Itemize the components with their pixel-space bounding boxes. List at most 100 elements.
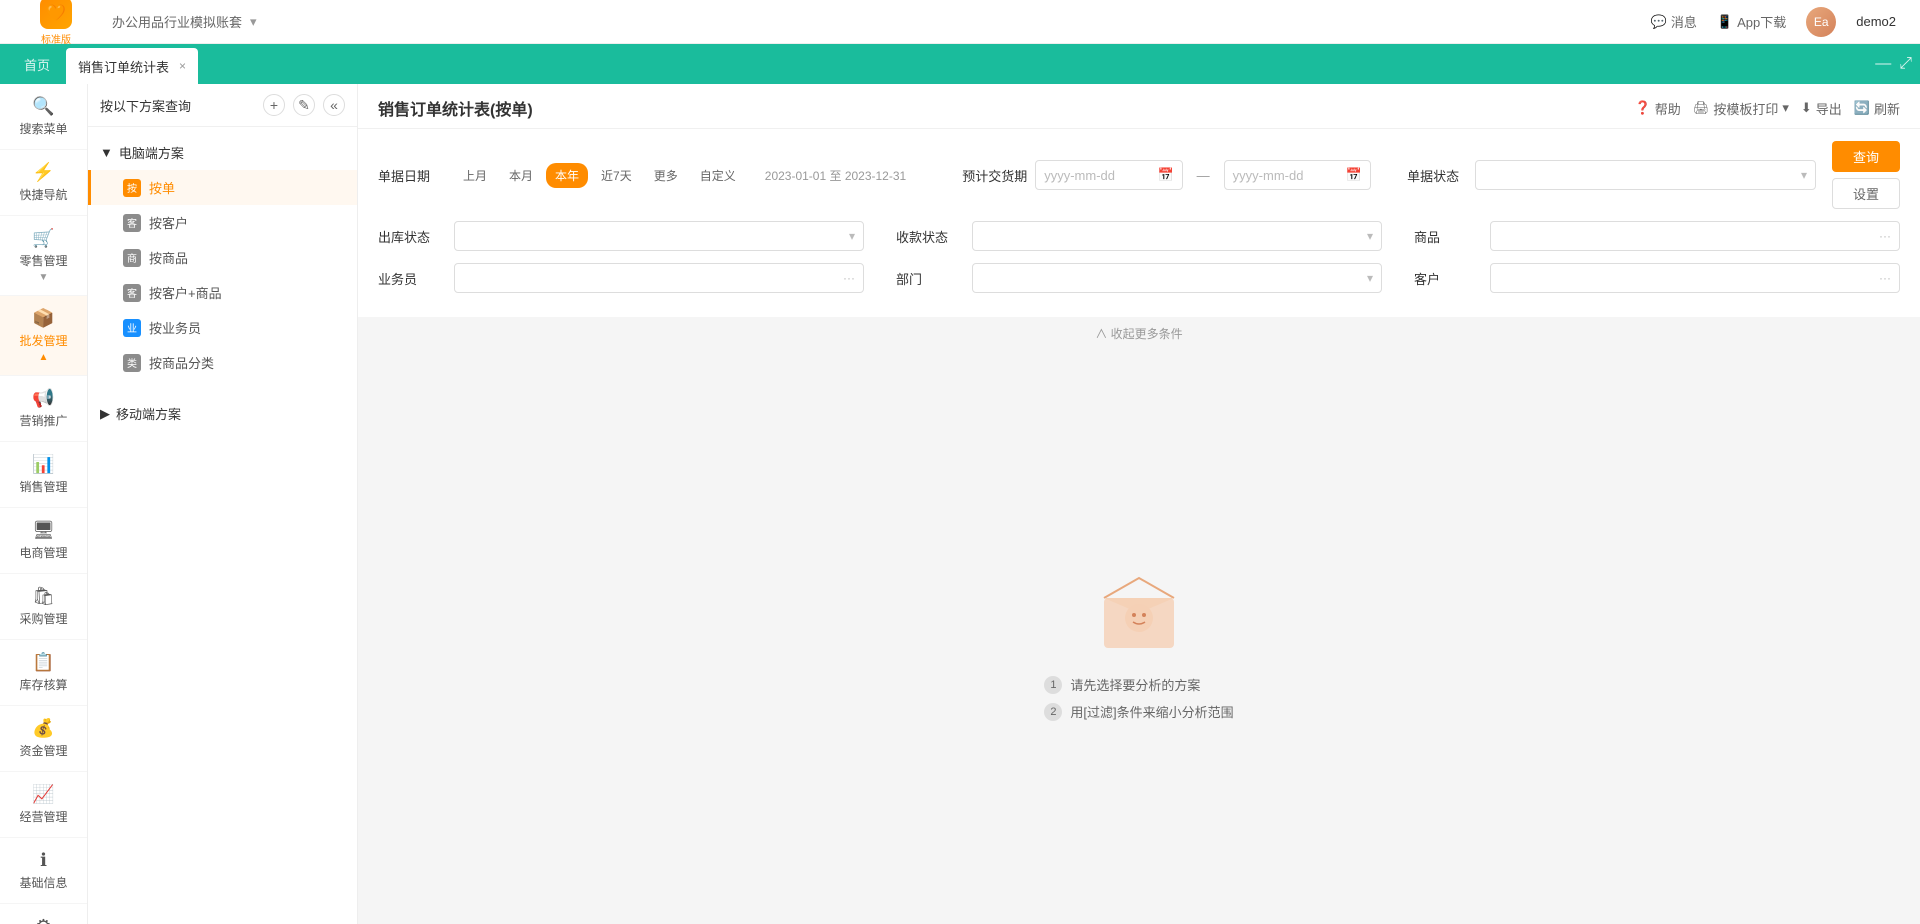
sidebar-label-search-menu: 搜索菜单 [0, 120, 87, 137]
scheme-item-label-by-category: 按商品分类 [149, 353, 214, 372]
sidebar-item-finance[interactable]: 💰 资金管理 [0, 706, 87, 772]
status-dropdown-icon: ▾ [1801, 168, 1807, 182]
filter-row-2: 出库状态 ▾ 收款状态 ▾ 商品 ··· [378, 221, 1900, 251]
by-customer-product-icon: 客 [123, 284, 141, 302]
help-btn[interactable]: ❓ 帮助 [1635, 99, 1681, 118]
minimize-btn[interactable]: — [1875, 55, 1891, 73]
status-select[interactable]: ▾ [1475, 160, 1816, 190]
product-select[interactable]: ··· [1490, 221, 1900, 251]
edit-scheme-btn[interactable]: ✎ [293, 94, 315, 116]
active-tab-label: 销售订单统计表 [78, 57, 169, 76]
sidebar-item-system[interactable]: ⚙ 系统管理 [0, 904, 87, 924]
sidebar-label-marketing: 营销推广 [0, 412, 87, 429]
wholesale-icon: 📦 [0, 308, 87, 329]
by-product-icon: 商 [123, 249, 141, 267]
sidebar-item-marketing[interactable]: 📢 营销推广 [0, 376, 87, 442]
salesperson-select[interactable]: ··· [454, 263, 864, 293]
calendar-icon-end: 📅 [1346, 167, 1362, 183]
help-icon: ❓ [1635, 100, 1651, 116]
date-tab-last-7days[interactable]: 近7天 [592, 163, 641, 188]
tab-active[interactable]: 销售订单统计表 × [66, 48, 198, 84]
mobile-scheme-section: ▶ 移动端方案 [88, 388, 357, 439]
query-btn[interactable]: 查询 [1832, 141, 1900, 172]
marketing-icon: 📢 [0, 388, 87, 409]
receipt-status-select[interactable]: ▾ [972, 221, 1382, 251]
pc-scheme-category[interactable]: ▼ 电脑端方案 [88, 135, 357, 170]
add-scheme-btn[interactable]: + [263, 94, 285, 116]
ship-status-select[interactable]: ▾ [454, 221, 864, 251]
refresh-label: 刷新 [1874, 99, 1900, 118]
export-btn[interactable]: ⬇ 导出 [1801, 99, 1842, 118]
date-tab-this-year[interactable]: 本年 [546, 163, 588, 188]
expected-date-end[interactable]: yyyy-mm-dd 📅 [1224, 160, 1371, 190]
by-category-icon: 类 [123, 354, 141, 372]
date-tab-last-month[interactable]: 上月 [454, 163, 496, 188]
mobile-scheme-category[interactable]: ▶ 移动端方案 [88, 396, 357, 431]
refresh-btn[interactable]: 🔄 刷新 [1854, 99, 1900, 118]
status-label: 单据状态 [1407, 166, 1467, 185]
header-right: 💬 消息 📱 App下载 Ea demo2 [1651, 7, 1896, 37]
scheme-item-label-by-customer: 按客户 [149, 213, 188, 232]
step-2-text: 用[过滤]条件来缩小分析范围 [1070, 702, 1233, 721]
scheme-item-by-category[interactable]: 类 按商品分类 [88, 345, 357, 380]
sidebar-item-wholesale[interactable]: 📦 批发管理 ▲ [0, 296, 87, 376]
department-select[interactable]: ▾ [972, 263, 1382, 293]
export-icon: ⬇ [1801, 100, 1812, 116]
scheme-item-by-order[interactable]: 按 按单 [88, 170, 357, 205]
sidebar-label-finance: 资金管理 [0, 742, 87, 759]
sidebar-item-basic-info[interactable]: ℹ 基础信息 [0, 838, 87, 904]
template-print-label: 按模板打印 [1713, 99, 1778, 118]
scheme-item-by-customer[interactable]: 客 按客户 [88, 205, 357, 240]
sidebar-item-quick-nav[interactable]: ⚡ 快捷导航 [0, 150, 87, 216]
sidebar-item-purchase[interactable]: 🛍 采购管理 [0, 574, 87, 640]
tab-home[interactable]: 首页 [8, 44, 66, 84]
dropdown-icon[interactable]: ▾ [250, 14, 257, 30]
date-tab-more[interactable]: 更多 [645, 163, 687, 188]
date-tab-custom[interactable]: 自定义 [691, 163, 745, 188]
template-print-btn[interactable]: 🖨 按模板打印 ▾ [1693, 99, 1789, 118]
receipt-status-dropdown-icon: ▾ [1367, 229, 1373, 243]
sidebar-item-operation[interactable]: 📈 经营管理 [0, 772, 87, 838]
customer-label: 客户 [1414, 269, 1474, 288]
scheme-item-by-salesperson[interactable]: 业 按业务员 [88, 310, 357, 345]
message-btn[interactable]: 💬 消息 [1651, 12, 1697, 31]
sidebar-item-inventory[interactable]: 📋 库存核算 [0, 640, 87, 706]
refresh-icon: 🔄 [1854, 100, 1870, 116]
app-download-label: App下载 [1737, 12, 1786, 31]
setting-btn[interactable]: 设置 [1832, 178, 1900, 209]
export-label: 导出 [1816, 99, 1842, 118]
chevron-down-icon: ▼ [100, 145, 113, 160]
app-download-btn[interactable]: 📱 App下载 [1717, 12, 1786, 31]
sidebar-item-ecommerce[interactable]: 🖥 电商管理 [0, 508, 87, 574]
search-icon: 🔍 [0, 96, 87, 117]
help-label: 帮助 [1655, 99, 1681, 118]
avatar[interactable]: Ea [1806, 7, 1836, 37]
date-tab-this-month[interactable]: 本月 [500, 163, 542, 188]
query-btn-area: 查询 设置 [1832, 141, 1900, 209]
salesperson-label: 业务员 [378, 269, 438, 288]
main-layout: 🔍 搜索菜单 ⚡ 快捷导航 🛒 零售管理 ▼ 📦 批发管理 ▲ 📢 营销推广 📊… [0, 84, 1920, 924]
expected-date-start[interactable]: yyyy-mm-dd 📅 [1035, 160, 1182, 190]
username: demo2 [1856, 14, 1896, 29]
customer-select[interactable]: ··· [1490, 263, 1900, 293]
maximize-btn[interactable]: ⤢ [1899, 55, 1912, 73]
empty-illustration [1074, 553, 1204, 663]
tab-close-btn[interactable]: × [179, 59, 186, 73]
scheme-item-by-customer-product[interactable]: 客 按客户+商品 [88, 275, 357, 310]
step-num-2: 2 [1044, 703, 1062, 721]
ship-status-dropdown-icon: ▾ [849, 229, 855, 243]
date-tabs: 上月 本月 本年 近7天 更多 自定义 [454, 163, 745, 188]
scheme-item-label-by-salesperson: 按业务员 [149, 318, 201, 337]
sidebar-item-sales[interactable]: 📊 销售管理 [0, 442, 87, 508]
system-icon: ⚙ [0, 916, 87, 924]
scheme-item-by-product[interactable]: 商 按商品 [88, 240, 357, 275]
sidebar-item-retail[interactable]: 🛒 零售管理 ▼ [0, 216, 87, 296]
mobile-scheme-label: 移动端方案 [116, 404, 181, 423]
sidebar-item-search-menu[interactable]: 🔍 搜索菜单 [0, 84, 87, 150]
collapse-panel-btn[interactable]: « [323, 94, 345, 116]
by-salesperson-icon: 业 [123, 319, 141, 337]
collapse-bar[interactable]: ∧ 收起更多条件 [358, 317, 1920, 350]
by-customer-icon: 客 [123, 214, 141, 232]
logo-text: 标准版 [41, 31, 71, 46]
sidebar-label-wholesale: 批发管理 [0, 332, 87, 349]
